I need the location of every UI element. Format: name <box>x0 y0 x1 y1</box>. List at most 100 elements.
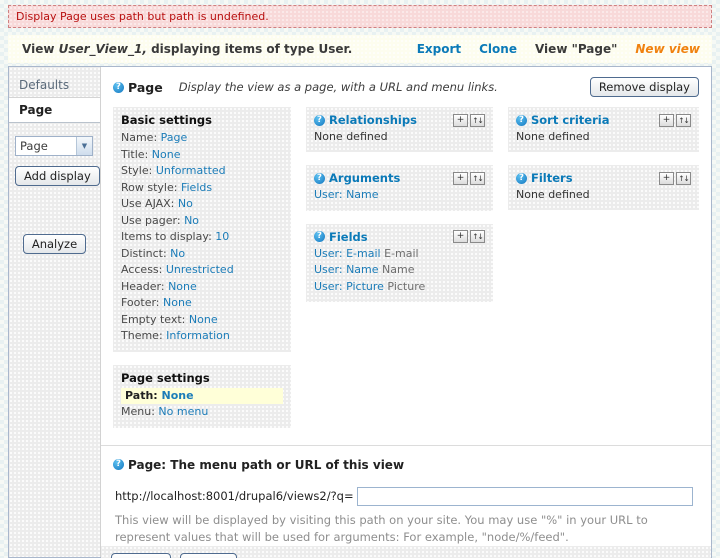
tab-defaults[interactable]: Defaults <box>9 73 100 98</box>
form-actions-bar: Update Cancel <box>101 546 711 558</box>
add-icon[interactable]: + <box>453 230 468 243</box>
rearrange-icon[interactable]: ↑↓ <box>676 171 691 185</box>
setting-label: Items to display: <box>121 230 212 243</box>
filters-title-link[interactable]: Filters <box>531 171 573 185</box>
path-value-link[interactable]: None <box>162 389 194 402</box>
setting-row-access: Access: Unrestricted <box>121 262 283 279</box>
setting-value-link[interactable]: No <box>184 214 199 227</box>
display-type-select[interactable]: Page ▼ <box>15 136 93 156</box>
add-icon[interactable]: + <box>453 113 468 127</box>
setting-row-style: Style: Unformatted <box>121 163 283 180</box>
setting-row-ajax: Use AJAX: No <box>121 196 283 213</box>
column-right: ? Sort criteria + ↑↓ None defined ? Filt… <box>508 107 699 441</box>
add-icon[interactable]: + <box>659 113 674 127</box>
setting-value-link[interactable]: Unformatted <box>156 164 226 177</box>
views-ui-page: Display Page uses path but path is undef… <box>0 0 720 558</box>
path-url-row: http://localhost:8001/drupal6/views2/?q= <box>115 486 699 506</box>
setting-value-link[interactable]: Page <box>161 131 188 144</box>
help-icon[interactable]: ? <box>314 172 325 184</box>
add-icon[interactable]: + <box>659 171 674 185</box>
new-view-link[interactable]: New view <box>635 42 700 56</box>
cancel-button[interactable]: Cancel <box>179 553 237 558</box>
setting-value-link[interactable]: None <box>163 296 192 309</box>
analyze-button[interactable]: Analyze <box>22 234 87 254</box>
path-help-text: This view will be displayed by visiting … <box>115 512 648 544</box>
setting-value-link[interactable]: No <box>178 197 193 210</box>
setting-label: Menu: <box>121 405 155 418</box>
divider <box>101 444 711 446</box>
setting-row-menu: Menu: No menu <box>121 404 283 421</box>
field-item: User: Name Name <box>314 262 485 279</box>
path-input[interactable] <box>356 486 693 506</box>
view-header-bar: View User_View_1, displaying items of ty… <box>8 35 712 63</box>
help-icon[interactable]: ? <box>314 114 325 126</box>
setting-value-link[interactable]: Fields <box>181 181 212 194</box>
help-icon[interactable]: ? <box>516 114 527 126</box>
relationships-empty-text: None defined <box>314 130 388 143</box>
add-display-button[interactable]: Add display <box>15 166 100 186</box>
displays-sidebar: Defaults Page Page ▼ Add display Analyze <box>9 67 101 557</box>
sort-criteria-title-link[interactable]: Sort criteria <box>531 113 609 127</box>
relationships-title-link[interactable]: Relationships <box>329 113 417 127</box>
setting-row-empty-text: Empty text: None <box>121 312 283 329</box>
setting-value-link[interactable]: 10 <box>215 230 229 243</box>
field-link[interactable]: User: E-mail <box>314 247 381 260</box>
rearrange-icon[interactable]: ↑↓ <box>470 113 485 127</box>
field-label: Picture <box>387 279 426 293</box>
fields-title-link[interactable]: Fields <box>329 230 368 244</box>
basic-settings-title: Basic settings <box>121 113 212 127</box>
field-item: User: Picture Picture <box>314 279 485 296</box>
view-name: User_View_1, <box>58 42 147 56</box>
path-config-title-row: ? Page: The menu path or URL of this vie… <box>113 458 699 472</box>
rearrange-icon[interactable]: ↑↓ <box>470 171 485 185</box>
setting-row-distinct: Distinct: No <box>121 246 283 263</box>
fields-box: ? Fields + ↑↓ User: E-mail E-mail User: … <box>306 223 493 302</box>
add-icon[interactable]: + <box>453 171 468 185</box>
basic-settings-box: Basic settings Name: Page Title: None St… <box>113 107 291 352</box>
setting-label: Distinct: <box>121 246 167 260</box>
error-message-text: Display Page uses path but path is undef… <box>16 10 269 23</box>
field-link[interactable]: User: Name <box>314 263 379 276</box>
setting-value-link[interactable]: None <box>168 280 197 293</box>
page-settings-box: Page settings Path: None Menu: No menu <box>113 364 291 428</box>
setting-row-path: Path: None <box>121 387 283 404</box>
column-basic-settings: Basic settings Name: Page Title: None St… <box>113 107 291 441</box>
setting-label: Empty text: <box>121 312 186 326</box>
display-settings-main: ? Page Display the view as a page, with … <box>101 67 711 558</box>
error-message-box: Display Page uses path but path is undef… <box>8 5 712 28</box>
field-label: Name <box>382 263 415 276</box>
url-prefix-text: http://localhost:8001/drupal6/views2/?q= <box>115 489 354 503</box>
help-icon[interactable]: ? <box>314 231 325 242</box>
rearrange-icon[interactable]: ↑↓ <box>676 113 691 127</box>
help-icon[interactable]: ? <box>516 172 527 184</box>
arguments-box: ? Arguments + ↑↓ User: Name <box>306 165 493 211</box>
field-item: User: E-mail E-mail <box>314 246 485 263</box>
update-button[interactable]: Update <box>111 553 171 558</box>
clone-link[interactable]: Clone <box>479 42 517 56</box>
setting-value-link[interactable]: Information <box>166 329 230 342</box>
chevron-down-icon: ▼ <box>76 137 92 155</box>
setting-value-link[interactable]: None <box>189 313 218 326</box>
setting-value-link[interactable]: Unrestricted <box>166 263 234 276</box>
setting-label: Use AJAX: <box>121 197 175 210</box>
setting-label: Use pager: <box>121 213 181 227</box>
remove-display-button[interactable]: Remove display <box>589 77 699 97</box>
setting-value-link[interactable]: None <box>152 148 181 161</box>
setting-row-footer: Footer: None <box>121 295 283 312</box>
display-type-select-value: Page <box>20 139 48 153</box>
setting-value-link[interactable]: No <box>170 247 185 260</box>
view-page-link[interactable]: View "Page" <box>535 42 617 56</box>
rearrange-icon[interactable]: ↑↓ <box>470 230 485 243</box>
argument-link[interactable]: User: Name <box>314 188 379 201</box>
setting-label: Footer: <box>121 296 160 309</box>
arguments-title-link[interactable]: Arguments <box>329 171 400 185</box>
help-icon[interactable]: ? <box>113 459 124 470</box>
help-icon[interactable]: ? <box>113 81 124 93</box>
tab-page[interactable]: Page <box>9 98 100 123</box>
setting-row-name: Name: Page <box>121 130 283 147</box>
menu-value-link[interactable]: No menu <box>158 405 208 418</box>
export-link[interactable]: Export <box>417 42 461 56</box>
filters-empty-text: None defined <box>516 188 590 201</box>
settings-columns: Basic settings Name: Page Title: None St… <box>113 107 699 441</box>
field-link[interactable]: User: Picture <box>314 280 384 293</box>
